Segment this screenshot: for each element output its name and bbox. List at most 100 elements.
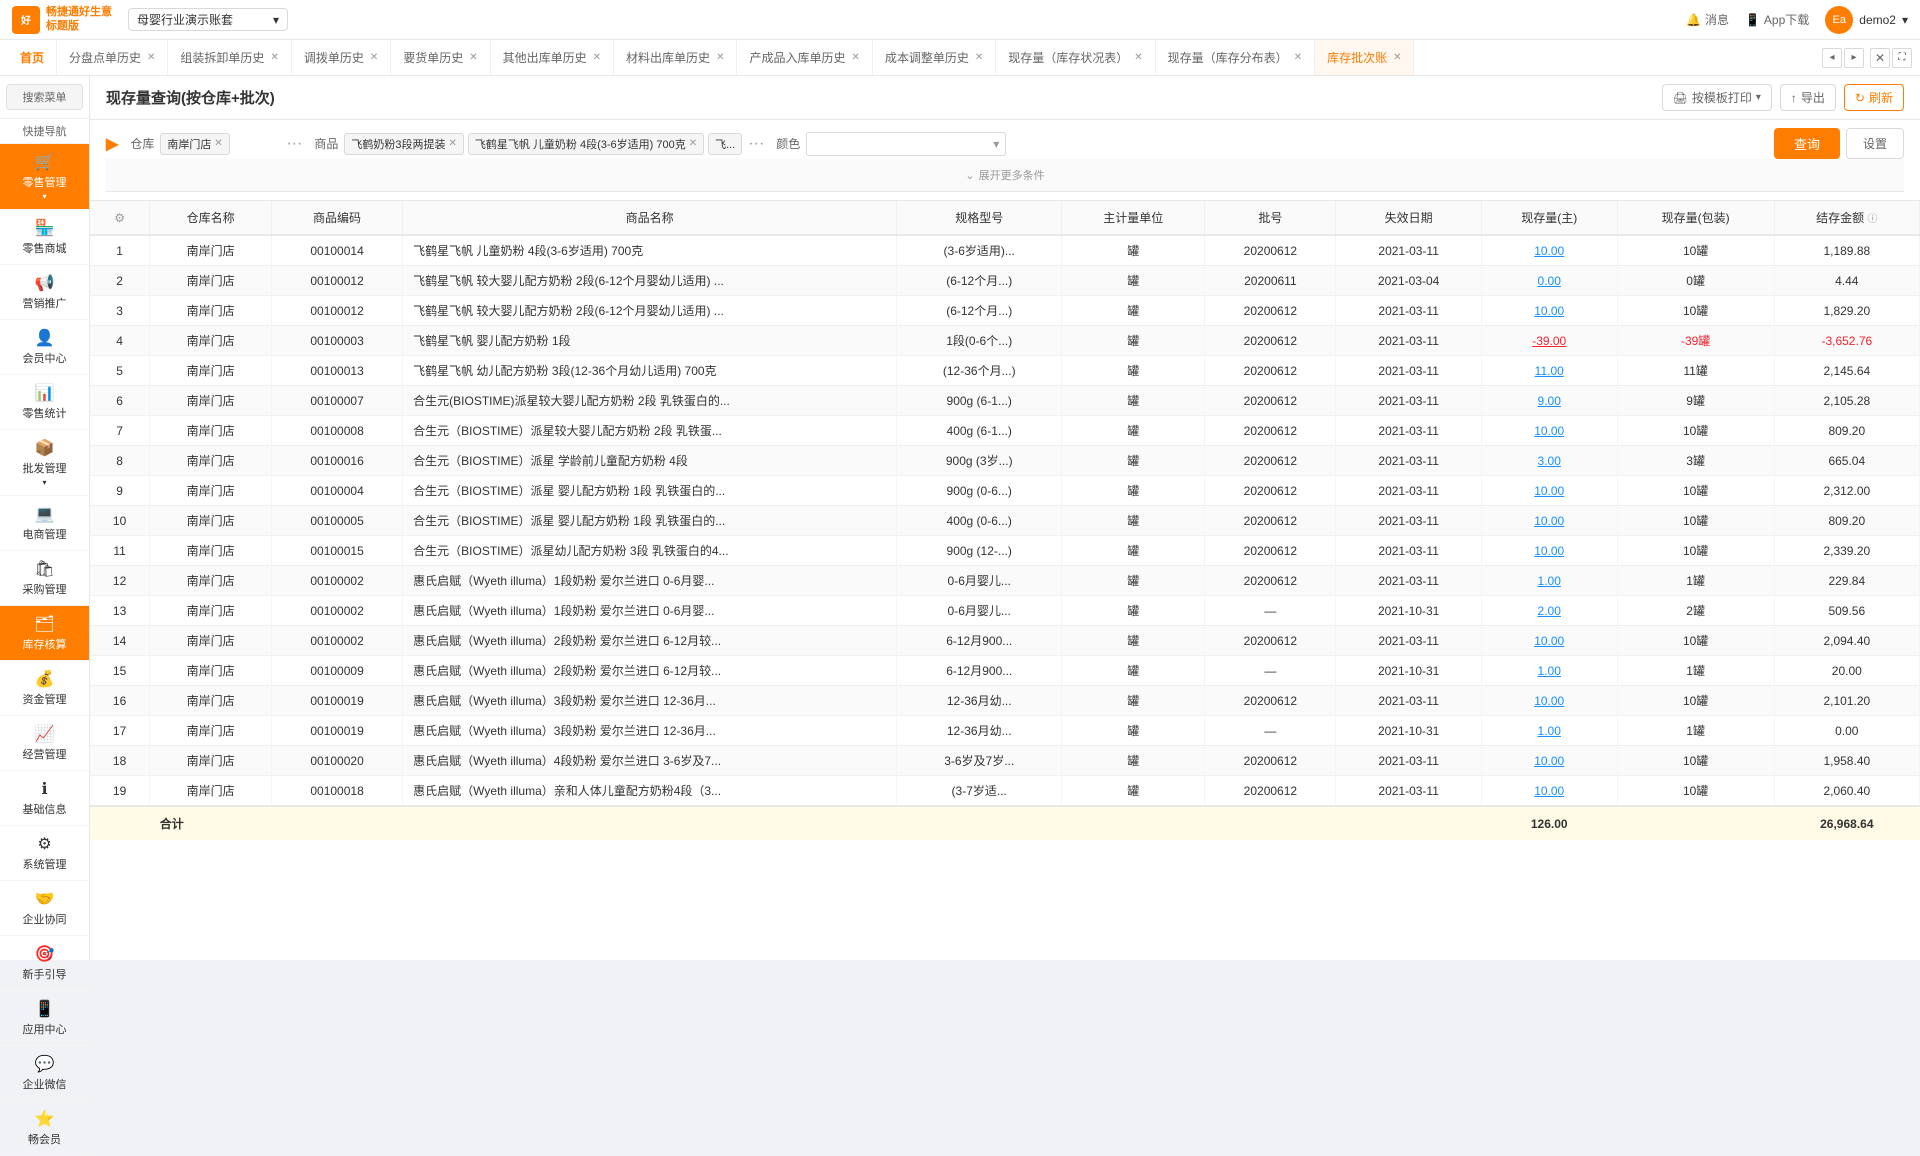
close-tab-icon[interactable]: ✕ (975, 52, 983, 63)
tab-fen-pan-dian[interactable]: 分盘点单历史 ✕ (57, 40, 168, 76)
row-warehouse: 南岸门店 (150, 656, 272, 686)
messages-btn[interactable]: 🔔 消息 (1686, 11, 1729, 28)
sidebar-item-app-center[interactable]: 📱 应用中心 (0, 991, 89, 1046)
row-qty-main[interactable]: 10.00 (1481, 776, 1617, 807)
row-warehouse: 南岸门店 (150, 416, 272, 446)
sidebar-item-marketing[interactable]: 📢 营销推广 (0, 265, 89, 320)
row-qty-main[interactable]: 10.00 (1481, 235, 1617, 266)
row-qty-main[interactable]: 1.00 (1481, 566, 1617, 596)
query-btn[interactable]: 查询 (1774, 128, 1840, 159)
close-tab-icon[interactable]: ✕ (593, 52, 601, 63)
col-settings[interactable]: ⚙ (90, 201, 150, 235)
warehouse-tag[interactable]: 南岸门店 ✕ (160, 133, 229, 155)
close-tab-icon[interactable]: ✕ (1134, 52, 1142, 63)
remove-tag-icon[interactable]: ✕ (214, 138, 222, 149)
row-qty-main[interactable]: 3.00 (1481, 446, 1617, 476)
row-amount: 229.84 (1774, 566, 1919, 596)
nav-close-btn[interactable]: ✕ (1870, 48, 1890, 68)
sidebar-item-ecommerce[interactable]: 💻 电商管理 (0, 496, 89, 551)
row-unit: 罐 (1062, 626, 1205, 656)
nav-maximize-btn[interactable]: ⛶ (1892, 48, 1912, 68)
product-tag-1[interactable]: 飞鹤奶粉3段两提装 ✕ (344, 133, 464, 155)
tab-stock-dist[interactable]: 现存量（库存分布表） ✕ (1156, 40, 1315, 76)
sidebar-item-guide[interactable]: 🎯 新手引导 (0, 936, 89, 991)
row-qty-main[interactable]: 10.00 (1481, 476, 1617, 506)
tab-product-in[interactable]: 产成品入库单历史 ✕ (737, 40, 872, 76)
row-qty-main[interactable]: 1.00 (1481, 656, 1617, 686)
tab-stock-batch[interactable]: 库存批次账 ✕ (1315, 40, 1414, 76)
sidebar-item-purchase[interactable]: 🛍 采购管理 (0, 551, 89, 606)
color-input[interactable]: ▾ (806, 132, 1006, 156)
close-tab-icon[interactable]: ✕ (1393, 52, 1401, 63)
tab-other-out[interactable]: 其他出库单历史 ✕ (491, 40, 614, 76)
tab-diao-bo[interactable]: 调拨单历史 ✕ (292, 40, 391, 76)
row-qty-main[interactable]: 10.00 (1481, 626, 1617, 656)
tab-material-out[interactable]: 材料出库单历史 ✕ (614, 40, 737, 76)
sidebar-item-collab[interactable]: 🤝 企业协同 (0, 881, 89, 936)
nav-next-btn[interactable]: ▸ (1844, 48, 1864, 68)
print-btn[interactable]: 🖨 按模板打印 ▾ (1662, 84, 1772, 111)
row-qty-main[interactable]: 10.00 (1481, 746, 1617, 776)
tab-cost-adjust[interactable]: 成本调整单历史 ✕ (873, 40, 996, 76)
row-batch: 20200612 (1205, 746, 1336, 776)
sidebar-quick-nav[interactable]: 快捷导航 (0, 119, 89, 144)
row-qty-main[interactable]: -39.00 (1481, 326, 1617, 356)
expand-filters-icon[interactable]: ▶ (106, 134, 118, 154)
purchase-icon: 🛍 (34, 559, 54, 579)
product-tag-2[interactable]: 飞鹤星飞帆 儿童奶粉 4段(3-6岁适用) 700克 ✕ (468, 133, 704, 155)
app-download-btn[interactable]: 📱 App下载 (1745, 11, 1809, 28)
export-btn[interactable]: ↑ 导出 (1780, 84, 1836, 111)
sidebar-item-wholesale[interactable]: 📦 批发管理 ▾ (0, 430, 89, 496)
row-qty-main[interactable]: 10.00 (1481, 686, 1617, 716)
app-center-icon: 📱 (35, 999, 55, 1019)
settings-btn[interactable]: 设置 (1846, 128, 1904, 159)
close-tab-icon[interactable]: ✕ (851, 52, 859, 63)
remove-tag-icon[interactable]: ✕ (689, 138, 697, 149)
sidebar-item-stats[interactable]: 📊 零售统计 (0, 375, 89, 430)
row-warehouse: 南岸门店 (150, 746, 272, 776)
search-menu-btn[interactable]: 搜索菜单 (6, 84, 83, 110)
sidebar-item-base-info[interactable]: ℹ 基础信息 (0, 771, 89, 826)
sidebar-item-inventory[interactable]: 🗂 库存核算 (0, 606, 89, 661)
sidebar-item-management[interactable]: 📈 经营管理 (0, 716, 89, 771)
sidebar-item-mall[interactable]: 🏪 零售商城 (0, 210, 89, 265)
nav-prev-btn[interactable]: ◂ (1822, 48, 1842, 68)
tab-home[interactable]: 首页 (8, 40, 57, 76)
sidebar-item-vip[interactable]: ⭐ 畅会员 (0, 1101, 89, 1156)
user-profile[interactable]: Ea demo2 ▾ (1825, 6, 1908, 34)
row-qty-main[interactable]: 10.00 (1481, 416, 1617, 446)
info-icon[interactable]: ⓘ (1867, 214, 1877, 225)
row-qty-main[interactable]: 10.00 (1481, 506, 1617, 536)
sidebar-item-finance[interactable]: 💰 资金管理 (0, 661, 89, 716)
table-row: 7 南岸门店 00100008 合生元（BIOSTIME）派星较大婴儿配方奶粉 … (90, 416, 1920, 446)
close-tab-icon[interactable]: ✕ (716, 52, 724, 63)
sidebar-item-system[interactable]: ⚙ 系统管理 (0, 826, 89, 881)
close-tab-icon[interactable]: ✕ (270, 52, 278, 63)
tab-zu-zhuang[interactable]: 组装拆卸单历史 ✕ (168, 40, 291, 76)
close-tab-icon[interactable]: ✕ (147, 52, 155, 63)
row-warehouse: 南岸门店 (150, 566, 272, 596)
sidebar-item-wechat[interactable]: 💬 企业微信 (0, 1046, 89, 1101)
refresh-btn[interactable]: ↻ 刷新 (1844, 84, 1904, 111)
more-warehouse-icon[interactable]: ··· (286, 135, 302, 153)
table-row: 12 南岸门店 00100002 惠氏启赋（Wyeth illuma）1段奶粉 … (90, 566, 1920, 596)
row-qty-main[interactable]: 9.00 (1481, 386, 1617, 416)
tab-yao-huo[interactable]: 要货单历史 ✕ (391, 40, 490, 76)
tab-stock-status[interactable]: 现存量（库存状况表） ✕ (996, 40, 1155, 76)
row-qty-main[interactable]: 1.00 (1481, 716, 1617, 746)
row-qty-main[interactable]: 11.00 (1481, 356, 1617, 386)
close-tab-icon[interactable]: ✕ (370, 52, 378, 63)
row-qty-main[interactable]: 2.00 (1481, 596, 1617, 626)
product-tag-3[interactable]: 飞... (708, 133, 742, 155)
close-tab-icon[interactable]: ✕ (469, 52, 477, 63)
row-qty-main[interactable]: 0.00 (1481, 266, 1617, 296)
row-qty-main[interactable]: 10.00 (1481, 296, 1617, 326)
remove-tag-icon[interactable]: ✕ (448, 138, 456, 149)
row-qty-main[interactable]: 10.00 (1481, 536, 1617, 566)
more-product-icon[interactable]: ··· (748, 135, 764, 153)
sidebar-item-retail[interactable]: 🛒 零售管理 ▾ (0, 144, 89, 210)
sidebar-item-member[interactable]: 👤 会员中心 (0, 320, 89, 375)
close-tab-icon[interactable]: ✕ (1294, 52, 1302, 63)
warehouse-select[interactable]: 母婴行业演示账套 ▾ (128, 8, 288, 31)
expand-more-btn[interactable]: ⌄ 展开更多条件 (965, 167, 1044, 183)
